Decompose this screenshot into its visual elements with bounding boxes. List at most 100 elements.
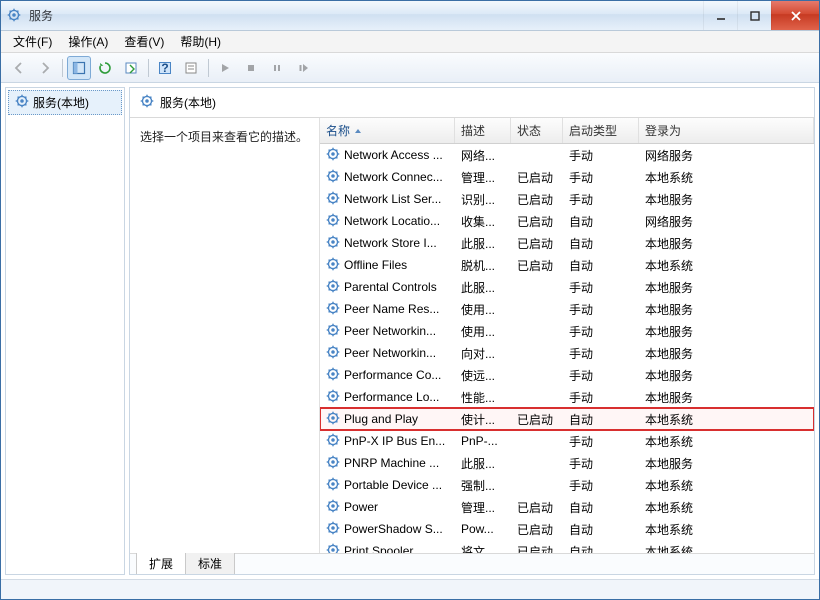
column-header-startup[interactable]: 启动类型 (563, 118, 639, 143)
cell-name: Network Access ... (320, 147, 455, 164)
cell-logon: 本地服务 (639, 301, 814, 318)
gear-icon (15, 94, 29, 111)
table-row[interactable]: Plug and Play使计...已启动自动本地系统 (320, 408, 814, 430)
service-name-label: Peer Name Res... (344, 302, 439, 316)
gear-icon (326, 169, 340, 186)
cell-startup: 自动 (563, 257, 639, 274)
table-row[interactable]: Power管理...已启动自动本地系统 (320, 496, 814, 518)
column-header-status[interactable]: 状态 (511, 118, 563, 143)
menu-help[interactable]: 帮助(H) (172, 31, 229, 52)
restart-service-button[interactable] (291, 56, 315, 80)
table-row[interactable]: Network Store I...此服...已启动自动本地服务 (320, 232, 814, 254)
table-row[interactable]: Network Access ...网络...手动网络服务 (320, 144, 814, 166)
cell-startup: 手动 (563, 147, 639, 164)
back-button[interactable] (7, 56, 31, 80)
cell-logon: 本地服务 (639, 367, 814, 384)
gear-icon (326, 521, 340, 538)
cell-logon: 本地服务 (639, 389, 814, 406)
menu-action[interactable]: 操作(A) (60, 31, 116, 52)
table-row[interactable]: Network Locatio...收集...已启动自动网络服务 (320, 210, 814, 232)
column-header-name[interactable]: 名称 (320, 118, 455, 143)
column-header-logon[interactable]: 登录为 (639, 118, 814, 143)
cell-logon: 本地系统 (639, 433, 814, 450)
cell-startup: 自动 (563, 543, 639, 554)
cell-description: Pow... (455, 522, 511, 536)
cell-status: 已启动 (511, 213, 563, 230)
cell-description: 管理... (455, 169, 511, 186)
service-name-label: Network Locatio... (344, 214, 440, 228)
table-row[interactable]: Print Spooler将文...已启动自动本地系统 (320, 540, 814, 553)
cell-description: 向对... (455, 345, 511, 362)
refresh-button[interactable] (93, 56, 117, 80)
cell-description: PnP-... (455, 434, 511, 448)
menu-file[interactable]: 文件(F) (5, 31, 60, 52)
column-header-description[interactable]: 描述 (455, 118, 511, 143)
table-row[interactable]: PnP-X IP Bus En...PnP-...手动本地系统 (320, 430, 814, 452)
cell-logon: 本地服务 (639, 235, 814, 252)
service-name-label: Peer Networkin... (344, 346, 436, 360)
table-row[interactable]: Network Connec...管理...已启动手动本地系统 (320, 166, 814, 188)
cell-status: 已启动 (511, 411, 563, 428)
table-row[interactable]: Performance Lo...性能...手动本地服务 (320, 386, 814, 408)
view-tabs: 扩展 标准 (130, 553, 814, 574)
cell-description: 此服... (455, 235, 511, 252)
cell-description: 网络... (455, 147, 511, 164)
table-row[interactable]: Portable Device ...强制...手动本地系统 (320, 474, 814, 496)
table-row[interactable]: PNRP Machine ...此服...手动本地服务 (320, 452, 814, 474)
cell-name: Offline Files (320, 257, 455, 274)
properties-button[interactable] (179, 56, 203, 80)
help-button[interactable]: ? (153, 56, 177, 80)
maximize-button[interactable] (737, 1, 771, 30)
start-service-button[interactable] (213, 56, 237, 80)
tab-extended[interactable]: 扩展 (136, 553, 186, 575)
description-prompt: 选择一个项目来查看它的描述。 (140, 130, 308, 144)
gear-icon (326, 389, 340, 406)
gear-icon (326, 213, 340, 230)
cell-name: Plug and Play (320, 411, 455, 428)
tree-node-label: 服务(本地) (33, 94, 89, 111)
cell-startup: 手动 (563, 279, 639, 296)
minimize-button[interactable] (703, 1, 737, 30)
close-button[interactable] (771, 1, 819, 30)
services-window: 服务 文件(F) 操作(A) 查看(V) 帮助(H) ? 服务(本地 (0, 0, 820, 600)
pause-service-button[interactable] (265, 56, 289, 80)
show-hide-tree-button[interactable] (67, 56, 91, 80)
cell-logon: 本地服务 (639, 455, 814, 472)
cell-name: Peer Networkin... (320, 323, 455, 340)
export-list-button[interactable] (119, 56, 143, 80)
menubar: 文件(F) 操作(A) 查看(V) 帮助(H) (1, 31, 819, 53)
menu-view[interactable]: 查看(V) (116, 31, 172, 52)
cell-name: PnP-X IP Bus En... (320, 433, 455, 450)
cell-description: 此服... (455, 279, 511, 296)
forward-button[interactable] (33, 56, 57, 80)
svg-text:?: ? (161, 61, 168, 75)
service-name-label: Power (344, 500, 378, 514)
cell-logon: 本地服务 (639, 191, 814, 208)
table-row[interactable]: Offline Files脱机...已启动自动本地系统 (320, 254, 814, 276)
cell-description: 使用... (455, 301, 511, 318)
cell-name: PNRP Machine ... (320, 455, 455, 472)
table-row[interactable]: PowerShadow S...Pow...已启动自动本地系统 (320, 518, 814, 540)
cell-description: 强制... (455, 477, 511, 494)
tree-pane[interactable]: 服务(本地) (5, 87, 125, 575)
table-row[interactable]: Peer Networkin...向对...手动本地服务 (320, 342, 814, 364)
table-body[interactable]: Network Access ...网络...手动网络服务Network Con… (320, 144, 814, 553)
cell-startup: 手动 (563, 367, 639, 384)
table-row[interactable]: Parental Controls此服...手动本地服务 (320, 276, 814, 298)
cell-name: Performance Lo... (320, 389, 455, 406)
titlebar[interactable]: 服务 (1, 1, 819, 31)
cell-logon: 本地服务 (639, 345, 814, 362)
cell-description: 使远... (455, 367, 511, 384)
cell-logon: 网络服务 (639, 213, 814, 230)
statusbar (1, 579, 819, 599)
description-panel: 选择一个项目来查看它的描述。 (130, 118, 320, 553)
tree-node-services-local[interactable]: 服务(本地) (8, 90, 122, 115)
tab-standard[interactable]: 标准 (185, 553, 235, 575)
table-row[interactable]: Performance Co...使远...手动本地服务 (320, 364, 814, 386)
table-row[interactable]: Network List Ser...识别...已启动手动本地服务 (320, 188, 814, 210)
cell-status: 已启动 (511, 543, 563, 554)
table-row[interactable]: Peer Name Res...使用...手动本地服务 (320, 298, 814, 320)
table-row[interactable]: Peer Networkin...使用...手动本地服务 (320, 320, 814, 342)
stop-service-button[interactable] (239, 56, 263, 80)
cell-logon: 本地系统 (639, 543, 814, 554)
